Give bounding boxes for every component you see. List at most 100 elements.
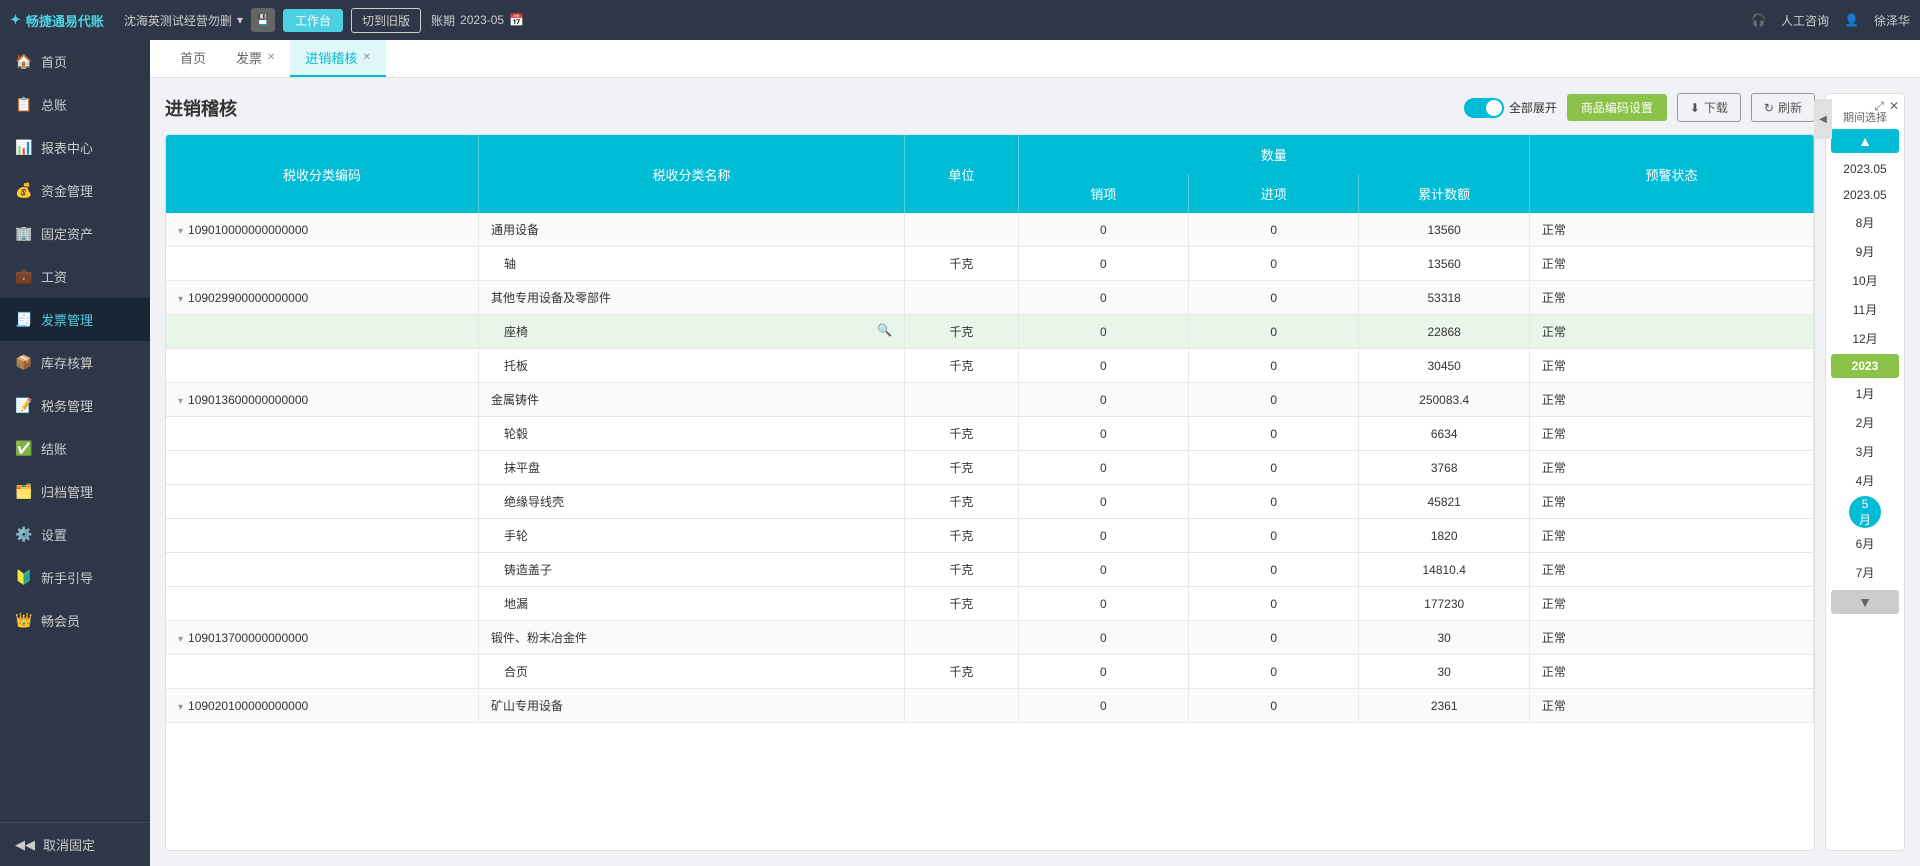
sidebar-item-tax[interactable]: 📝 税务管理 — [0, 384, 150, 427]
table-cell-cumulative: 13560 — [1359, 247, 1529, 281]
table-cell-status: 正常 — [1529, 689, 1813, 723]
sidebar-label-ledger: 总账 — [41, 95, 67, 114]
table-cell-sales: 0 — [1018, 247, 1188, 281]
tab-reconciliation[interactable]: 进销稽核 ✕ — [290, 40, 385, 77]
toggle-expand-switch[interactable] — [1464, 98, 1504, 118]
table-cell-purchase: 0 — [1189, 213, 1359, 247]
table-cell-name: 轮毂 — [478, 417, 904, 451]
expand-icon[interactable]: ▾ — [178, 634, 183, 645]
table-cell-status: 正常 — [1529, 587, 1813, 621]
sidebar-item-settlement[interactable]: ✅ 结账 — [0, 427, 150, 470]
invoice-icon: 🧾 — [15, 311, 33, 328]
scroll-down-button[interactable]: ▼ — [1831, 590, 1899, 614]
company-selector[interactable]: 沈海英测试经营勿删 ▾ — [124, 12, 243, 29]
sidebar-item-archive[interactable]: 🗂️ 归档管理 — [0, 470, 150, 513]
app-logo: ✦ 畅捷通易代账 — [10, 11, 104, 30]
switch-version-button[interactable]: 切到旧版 — [351, 8, 421, 33]
sidebar-item-home[interactable]: 🏠 首页 — [0, 40, 150, 83]
th-sales: 销项 — [1018, 174, 1188, 213]
sidebar-item-invoice[interactable]: 🧾 发票管理 — [0, 298, 150, 341]
table-cell-cumulative: 53318 — [1359, 281, 1529, 315]
table-cell-unit: 千克 — [905, 417, 1019, 451]
month-item[interactable]: 11月 — [1831, 296, 1899, 323]
panel-collapse-btn[interactable]: ◀ — [1814, 99, 1832, 139]
month-item[interactable]: 10月 — [1831, 267, 1899, 294]
user-name[interactable]: 徐泽华 — [1874, 12, 1910, 29]
table-cell-unit — [905, 383, 1019, 417]
month-item[interactable]: 8月 — [1831, 209, 1899, 236]
table-cell-purchase: 0 — [1189, 315, 1359, 349]
sidebar-label-settlement: 结账 — [41, 439, 67, 458]
table-cell-purchase: 0 — [1189, 655, 1359, 689]
sidebar-item-reports[interactable]: 📊 报表中心 — [0, 126, 150, 169]
tax-icon: 📝 — [15, 397, 33, 414]
month-item[interactable]: 2023.05 — [1831, 157, 1899, 181]
product-code-settings-button[interactable]: 商品编码设置 — [1567, 94, 1667, 121]
table-cell-name: 轴 — [478, 247, 904, 281]
sidebar-item-salary[interactable]: 💼 工资 — [0, 255, 150, 298]
sidebar-label-salary: 工资 — [41, 267, 67, 286]
panel-close-icon[interactable]: ✕ — [1889, 99, 1899, 113]
table-cell-unit — [905, 621, 1019, 655]
unpin-button[interactable]: ◀◀ 取消固定 — [0, 823, 150, 866]
tab-invoice[interactable]: 发票 ✕ — [221, 40, 290, 77]
month-item[interactable]: 7月 — [1831, 559, 1899, 586]
month-item[interactable]: 2月 — [1831, 409, 1899, 436]
table-cell-code — [166, 451, 478, 485]
tab-invoice-close[interactable]: ✕ — [267, 52, 275, 63]
month-item[interactable]: 6月 — [1831, 530, 1899, 557]
inventory-icon: 📦 — [15, 354, 33, 371]
workbench-button[interactable]: 工作台 — [283, 9, 343, 32]
ledger-icon: 📋 — [15, 96, 33, 113]
tab-reconciliation-close[interactable]: ✕ — [362, 52, 370, 63]
sidebar-item-settings[interactable]: ⚙️ 设置 — [0, 513, 150, 556]
scroll-up-button[interactable]: ▲ — [1831, 129, 1899, 153]
table-cell-status: 正常 — [1529, 417, 1813, 451]
month-item[interactable]: 2023.05 — [1831, 183, 1899, 207]
sidebar-item-funds[interactable]: 💰 资金管理 — [0, 169, 150, 212]
download-button[interactable]: ⬇ 下载 — [1677, 93, 1741, 122]
table-cell-code — [166, 417, 478, 451]
month-item[interactable]: 9月 — [1831, 238, 1899, 265]
table-cell-name: 锻件、粉末冶金件 — [478, 621, 904, 655]
expand-icon[interactable]: ▾ — [178, 702, 183, 713]
save-icon: 💾 — [257, 15, 269, 26]
table-cell-purchase: 0 — [1189, 485, 1359, 519]
sidebar-item-ledger[interactable]: 📋 总账 — [0, 83, 150, 126]
search-icon[interactable]: 🔍 — [877, 323, 892, 337]
panel-expand-icon[interactable]: ⤢ — [1874, 99, 1884, 114]
month-item[interactable]: 3月 — [1831, 438, 1899, 465]
tab-home[interactable]: 首页 — [165, 40, 221, 77]
table-cell-purchase: 0 — [1189, 417, 1359, 451]
table-cell-code — [166, 655, 478, 689]
refresh-button[interactable]: ↻ 刷新 — [1751, 93, 1815, 122]
sidebar: 🏠 首页 📋 总账 📊 报表中心 💰 资金管理 🏢 固定资产 💼 工资 — [0, 40, 150, 866]
table-cell-sales: 0 — [1018, 485, 1188, 519]
sidebar-item-inventory[interactable]: 📦 库存核算 — [0, 341, 150, 384]
month-item[interactable]: 4月 — [1831, 467, 1899, 494]
table-cell-code — [166, 587, 478, 621]
table-cell-code — [166, 315, 478, 349]
table-cell-code: ▾109013700000000000 — [166, 621, 478, 655]
expand-icon[interactable]: ▾ — [178, 294, 183, 305]
month-item[interactable]: 5月 — [1849, 496, 1881, 528]
reconciliation-table: 税收分类编码 税收分类名称 单位 数量 预警状态 销项 进项 累计数额 — [166, 135, 1814, 723]
expand-icon[interactable]: ▾ — [178, 396, 183, 407]
calendar-icon[interactable]: 📅 — [509, 13, 524, 27]
month-item[interactable]: 2023 — [1831, 354, 1899, 378]
month-item[interactable]: 1月 — [1831, 380, 1899, 407]
table-cell-sales: 0 — [1018, 655, 1188, 689]
sidebar-item-assets[interactable]: 🏢 固定资产 — [0, 212, 150, 255]
tab-reconciliation-label: 进销稽核 — [305, 48, 357, 67]
save-button[interactable]: 💾 — [251, 8, 275, 32]
th-cumulative: 累计数额 — [1359, 174, 1529, 213]
support-label[interactable]: 人工咨询 — [1781, 12, 1829, 29]
expand-icon[interactable]: ▾ — [178, 226, 183, 237]
assets-icon: 🏢 — [15, 225, 33, 242]
sidebar-item-member[interactable]: 👑 畅会员 — [0, 599, 150, 642]
month-item[interactable]: 12月 — [1831, 325, 1899, 352]
header-actions: 全部展开 商品编码设置 ⬇ 下载 ↻ 刷新 — [1464, 93, 1815, 122]
sidebar-label-archive: 归档管理 — [41, 482, 93, 501]
sidebar-item-guide[interactable]: 🔰 新手引导 — [0, 556, 150, 599]
month-list: 2023.052023.058月9月10月11月12月20231月2月3月4月5… — [1831, 157, 1899, 586]
